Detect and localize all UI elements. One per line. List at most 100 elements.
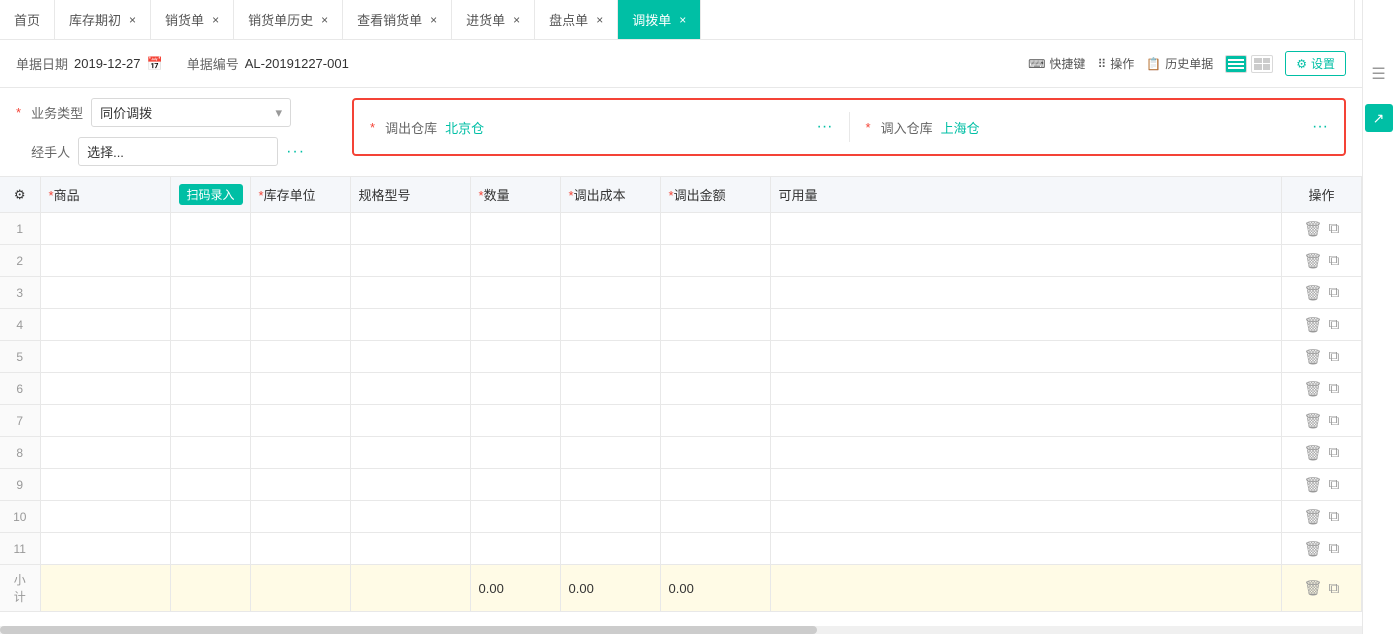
scan-button[interactable]: 扫码录入 (179, 184, 243, 205)
row-unit-8[interactable] (250, 437, 350, 469)
row-product-9[interactable] (40, 469, 170, 501)
tab-close-purchase-order[interactable]: × (513, 13, 520, 27)
delete-icon-6[interactable]: 🗑 (1304, 380, 1323, 398)
row-cost-7[interactable] (560, 405, 660, 437)
row-amount-1[interactable] (660, 213, 770, 245)
row-spec-2[interactable] (350, 245, 470, 277)
delete-icon-9[interactable]: 🗑 (1304, 476, 1323, 494)
row-qty-6[interactable] (470, 373, 560, 405)
row-qty-10[interactable] (470, 501, 560, 533)
tab-purchase-order[interactable]: 进货单 × (452, 0, 535, 39)
tab-close-view-sales[interactable]: × (430, 13, 437, 27)
shortcuts-button[interactable]: ⌨ 快捷键 (1028, 55, 1085, 72)
row-spec-7[interactable] (350, 405, 470, 437)
row-spec-9[interactable] (350, 469, 470, 501)
row-cost-8[interactable] (560, 437, 660, 469)
delete-icon-11[interactable]: 🗑 (1304, 540, 1323, 558)
copy-icon-10[interactable]: ⧉ (1329, 508, 1340, 525)
copy-icon-9[interactable]: ⧉ (1329, 476, 1340, 493)
copy-icon-11[interactable]: ⧉ (1329, 540, 1340, 557)
row-amount-11[interactable] (660, 533, 770, 565)
row-qty-3[interactable] (470, 277, 560, 309)
scroll-thumb[interactable] (0, 626, 817, 634)
row-amount-9[interactable] (660, 469, 770, 501)
tab-close-sales-order[interactable]: × (212, 13, 219, 27)
subtotal-copy-icon[interactable]: ⧉ (1329, 580, 1340, 597)
row-unit-5[interactable] (250, 341, 350, 373)
delete-icon-8[interactable]: 🗑 (1304, 444, 1323, 462)
row-unit-6[interactable] (250, 373, 350, 405)
row-cost-2[interactable] (560, 245, 660, 277)
operations-button[interactable]: ⠿ 操作 (1097, 55, 1134, 72)
delete-icon-5[interactable]: 🗑 (1304, 348, 1323, 366)
row-product-5[interactable] (40, 341, 170, 373)
sidebar-export-icon[interactable]: ↗ (1365, 104, 1393, 132)
tab-close-sales-history[interactable]: × (321, 13, 328, 27)
row-cost-6[interactable] (560, 373, 660, 405)
row-unit-10[interactable] (250, 501, 350, 533)
tab-sales-order[interactable]: 销货单 × (151, 0, 234, 39)
delete-icon-1[interactable]: 🗑 (1304, 220, 1323, 238)
copy-icon-7[interactable]: ⧉ (1329, 412, 1340, 429)
calendar-icon[interactable]: 📅 (147, 56, 163, 72)
delete-icon-2[interactable]: 🗑 (1304, 252, 1323, 270)
tab-home[interactable]: 首页 (0, 0, 55, 39)
row-spec-6[interactable] (350, 373, 470, 405)
tab-close-transfer[interactable]: × (679, 13, 686, 27)
row-product-11[interactable] (40, 533, 170, 565)
row-spec-3[interactable] (350, 277, 470, 309)
tab-close-inventory-init[interactable]: × (129, 13, 136, 27)
col-gear[interactable]: ⚙ (0, 177, 40, 213)
row-cost-11[interactable] (560, 533, 660, 565)
delete-icon-4[interactable]: 🗑 (1304, 316, 1323, 334)
col-scan[interactable]: 扫码录入 (170, 177, 250, 213)
copy-icon-2[interactable]: ⧉ (1329, 252, 1340, 269)
subtotal-delete-icon[interactable]: 🗑 (1304, 579, 1323, 597)
row-product-1[interactable] (40, 213, 170, 245)
row-qty-4[interactable] (470, 309, 560, 341)
row-product-10[interactable] (40, 501, 170, 533)
copy-icon-5[interactable]: ⧉ (1329, 348, 1340, 365)
row-product-4[interactable] (40, 309, 170, 341)
row-amount-5[interactable] (660, 341, 770, 373)
layout-single-icon[interactable] (1225, 55, 1247, 73)
handler-ellipsis[interactable]: ··· (286, 143, 305, 161)
row-amount-8[interactable] (660, 437, 770, 469)
in-warehouse-ellipsis[interactable]: ··· (1312, 118, 1328, 136)
tab-sales-history[interactable]: 销货单历史 × (234, 0, 343, 39)
row-product-7[interactable] (40, 405, 170, 437)
row-amount-3[interactable] (660, 277, 770, 309)
row-amount-10[interactable] (660, 501, 770, 533)
handler-select[interactable]: 选择... (78, 137, 278, 166)
row-cost-10[interactable] (560, 501, 660, 533)
row-product-2[interactable] (40, 245, 170, 277)
tab-stocktake[interactable]: 盘点单 × (535, 0, 618, 39)
row-qty-8[interactable] (470, 437, 560, 469)
biz-type-select[interactable]: 同价调拨 ▾ (91, 98, 291, 127)
horizontal-scrollbar[interactable] (0, 626, 1362, 634)
delete-icon-3[interactable]: 🗑 (1304, 284, 1323, 302)
row-cost-1[interactable] (560, 213, 660, 245)
row-spec-1[interactable] (350, 213, 470, 245)
row-product-6[interactable] (40, 373, 170, 405)
sidebar-list-icon[interactable]: ☰ (1365, 60, 1393, 88)
row-qty-7[interactable] (470, 405, 560, 437)
tab-inventory-init[interactable]: 库存期初 × (55, 0, 151, 39)
row-amount-7[interactable] (660, 405, 770, 437)
setting-button[interactable]: ⚙ 设置 (1285, 51, 1346, 76)
row-unit-9[interactable] (250, 469, 350, 501)
row-unit-11[interactable] (250, 533, 350, 565)
copy-icon-3[interactable]: ⧉ (1329, 284, 1340, 301)
out-warehouse-ellipsis[interactable]: ··· (817, 118, 833, 136)
copy-icon-1[interactable]: ⧉ (1329, 220, 1340, 237)
row-spec-8[interactable] (350, 437, 470, 469)
row-amount-4[interactable] (660, 309, 770, 341)
row-amount-2[interactable] (660, 245, 770, 277)
row-amount-6[interactable] (660, 373, 770, 405)
history-button[interactable]: 📋 历史单据 (1146, 55, 1213, 72)
row-spec-4[interactable] (350, 309, 470, 341)
row-cost-3[interactable] (560, 277, 660, 309)
row-spec-10[interactable] (350, 501, 470, 533)
tab-view-sales[interactable]: 查看销货单 × (343, 0, 452, 39)
row-cost-4[interactable] (560, 309, 660, 341)
